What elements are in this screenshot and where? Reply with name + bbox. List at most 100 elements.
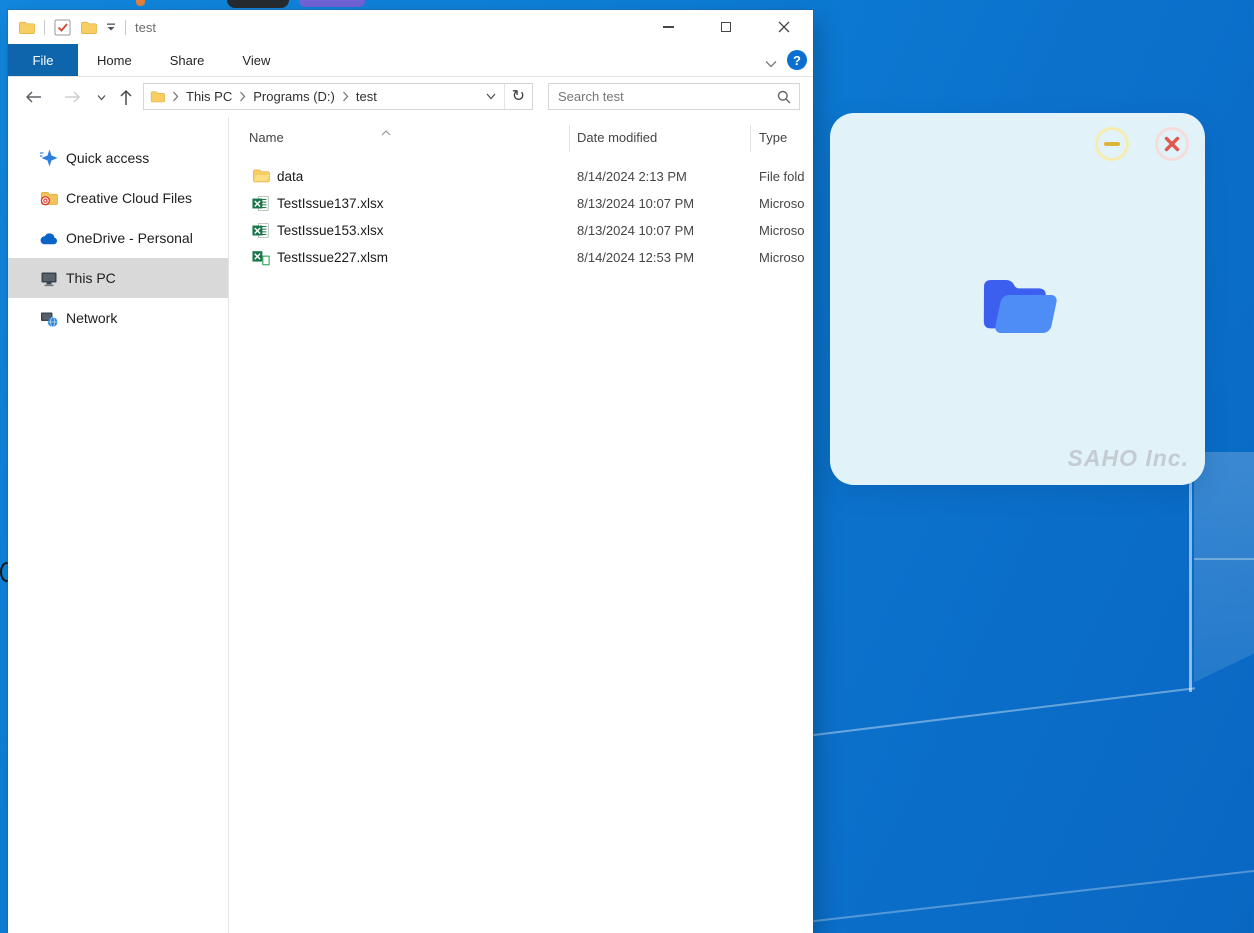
file-name: TestIssue137.xlsx [277,196,384,211]
minimize-icon [662,26,674,28]
wallpaper-diagonal-beam-lower [805,868,1254,923]
chevron-right-icon [239,91,246,102]
search-input[interactable] [549,89,777,104]
minimize-button[interactable] [639,10,697,44]
onedrive-cloud-icon [40,232,58,244]
tab-share[interactable]: Share [151,44,224,76]
recent-locations-button[interactable] [97,94,106,101]
maximize-button[interactable] [697,10,755,44]
file-rows: data 8/14/2024 2:13 PM File fold TestIss… [229,163,813,271]
panel-minimize-button[interactable] [1095,127,1129,161]
file-name: data [277,169,304,184]
table-row-xlsx[interactable]: TestIssue153.xlsx 8/13/2024 10:07 PM Mic… [229,217,813,244]
customize-dropdown-icon[interactable] [106,23,116,32]
tab-file[interactable]: File [8,44,78,76]
chevron-right-icon [172,91,179,102]
saho-app-panel: SAHO Inc. [830,113,1205,485]
sidebar-item-label: Quick access [66,150,150,166]
creative-cloud-folder-icon [40,192,58,206]
address-bar[interactable]: This PC Programs (D:) test ↻ [143,83,533,110]
file-name: TestIssue227.xlsm [277,250,389,265]
sidebar-item-quick-access[interactable]: Quick access [8,138,228,178]
window-title: test [135,19,156,35]
wallpaper-pane-divider [1194,558,1254,560]
search-box[interactable] [548,83,800,110]
file-list: Name Date modified Type data 8/14/2024 2… [229,117,813,933]
folder-icon [252,168,270,188]
sidebar-item-this-pc[interactable]: This PC [8,258,228,298]
chevron-down-icon [97,94,106,100]
breadcrumb-this-pc[interactable]: This PC [186,89,232,104]
forward-button[interactable] [64,90,81,104]
file-date: 8/14/2024 12:53 PM [577,250,695,265]
back-button[interactable] [25,90,42,104]
help-button[interactable]: ? [787,50,807,70]
file-name: TestIssue153.xlsx [277,223,384,238]
sidebar-item-creative-cloud-files[interactable]: Creative Cloud Files [8,178,228,218]
table-row-xlsm[interactable]: TestIssue227.xlsm 8/14/2024 12:53 PM Mic… [229,244,813,271]
sidebar-item-network[interactable]: Network [8,298,228,338]
address-dropdown-button[interactable] [478,84,504,109]
explorer-window: test File Home Share View ? This PC Prog… [8,10,813,933]
brand-watermark: SAHO Inc. [1067,445,1189,471]
arrow-left-icon [25,91,41,103]
search-icon[interactable] [777,90,791,104]
refresh-icon: ↻ [511,87,525,105]
table-row-data-folder[interactable]: data 8/14/2024 2:13 PM File fold [229,163,813,190]
toolbar-divider [125,19,126,35]
chevron-right-icon [342,91,349,102]
breadcrumb-test[interactable]: test [356,89,377,104]
refresh-button[interactable]: ↻ [505,87,532,105]
chevron-down-icon [486,93,496,100]
sort-ascending-icon [381,123,391,141]
column-header-date-modified[interactable]: Date modified [577,130,657,145]
sidebar-item-label: Creative Cloud Files [66,190,193,206]
properties-check-icon[interactable] [54,19,71,36]
tab-view[interactable]: View [223,44,289,76]
question-icon: ? [793,52,801,68]
excel-macro-file-icon [252,249,270,271]
minimize-icon [1104,141,1120,147]
background-window-fragment [227,0,289,8]
excel-file-icon [252,195,270,217]
tab-home[interactable]: Home [78,44,151,76]
arrow-up-icon [120,89,132,105]
navigation-pane: Quick access Creative Cloud Files OneDri… [8,117,229,933]
explorer-content: Quick access Creative Cloud Files OneDri… [8,117,813,933]
table-row-xlsx[interactable]: TestIssue137.xlsx 8/13/2024 10:07 PM Mic… [229,190,813,217]
breadcrumb-programs-d[interactable]: Programs (D:) [253,89,335,104]
up-button[interactable] [119,89,133,106]
file-type: File fold [759,169,805,184]
ribbon-tabs: File Home Share View ? [8,44,813,77]
toolbar-divider [44,19,45,35]
chevron-down-icon [765,61,777,68]
file-type: Microso [759,196,805,211]
close-icon [1164,136,1180,152]
maximize-icon [721,22,731,32]
excel-file-icon [252,222,270,244]
wallpaper-diagonal-beam [805,687,1196,737]
navigation-bar: This PC Programs (D:) test ↻ [8,77,813,117]
column-divider[interactable] [750,125,751,152]
close-button[interactable] [755,10,813,44]
sidebar-item-label: This PC [66,270,116,286]
quick-access-star-icon [40,149,58,167]
close-icon [778,21,790,33]
sidebar-item-label: OneDrive - Personal [66,230,193,246]
column-header-name[interactable]: Name [249,130,284,145]
column-divider[interactable] [569,125,570,152]
expand-ribbon-button[interactable] [765,55,777,73]
wallpaper-light-pane [1194,452,1254,683]
column-header-type[interactable]: Type [759,130,787,145]
open-folder-icon [978,273,1058,340]
title-bar[interactable]: test [8,10,813,44]
file-date: 8/13/2024 10:07 PM [577,223,695,238]
panel-close-button[interactable] [1155,127,1189,161]
wallpaper-vertical-beam [1189,478,1192,692]
address-bar-controls: ↻ [478,84,532,109]
quick-access-toolbar [8,19,126,36]
column-headers: Name Date modified Type [229,123,813,153]
new-folder-icon[interactable] [80,20,97,35]
sidebar-item-onedrive[interactable]: OneDrive - Personal [8,218,228,258]
window-controls [639,10,813,44]
